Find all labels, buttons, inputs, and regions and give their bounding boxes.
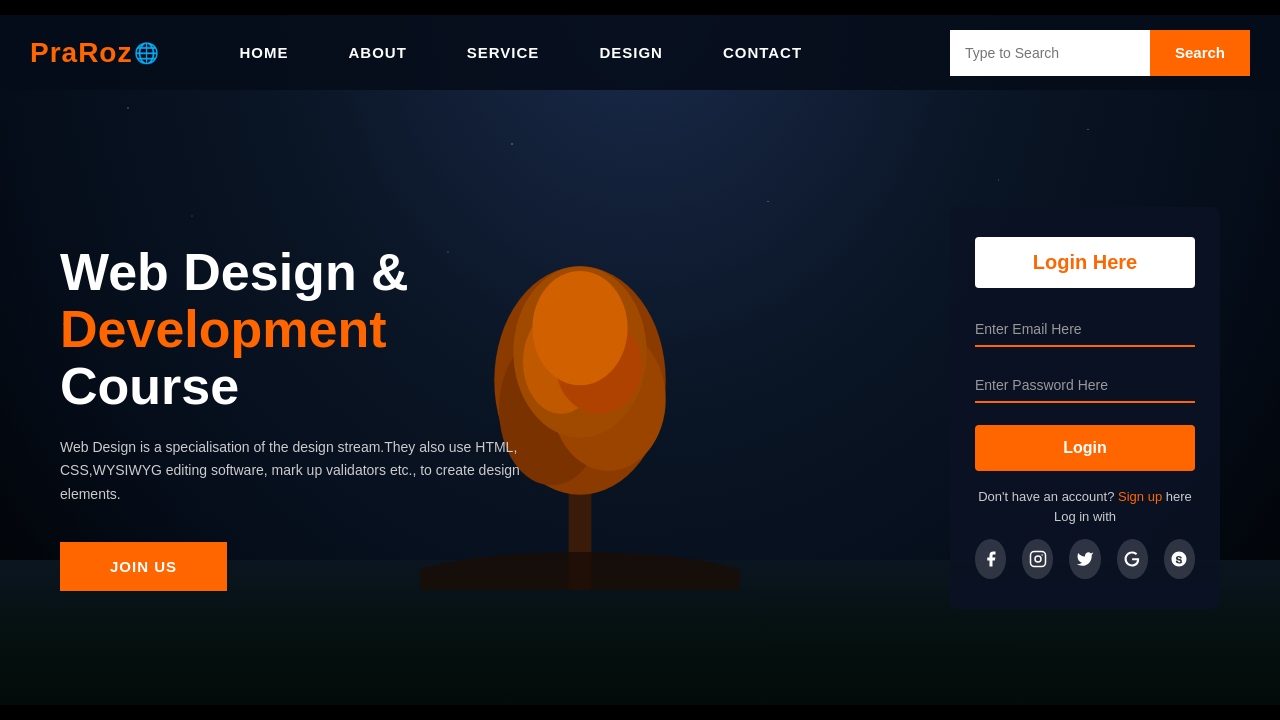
join-us-button[interactable]: JOIN US: [60, 542, 227, 591]
signup-text: Don't have an account? Sign up here: [975, 489, 1195, 504]
logo-text: PraRoz: [30, 37, 132, 69]
top-bar: [0, 0, 1280, 15]
email-input[interactable]: [975, 313, 1195, 347]
main-content: Web Design & Development Course Web Desi…: [0, 90, 1280, 705]
instagram-icon[interactable]: [1022, 539, 1053, 579]
search-area: Search: [950, 30, 1250, 76]
login-with-label: Log in with: [975, 509, 1195, 524]
nav-design[interactable]: DESIGN: [599, 44, 663, 61]
search-input[interactable]: [950, 30, 1150, 76]
facebook-icon[interactable]: [975, 539, 1006, 579]
nav-about[interactable]: ABOUT: [348, 44, 406, 61]
google-icon[interactable]: [1117, 539, 1148, 579]
logo-globe-icon: 🌐: [134, 41, 159, 65]
nav-contact[interactable]: CONTACT: [723, 44, 802, 61]
hero-title-line2: Development: [60, 301, 620, 358]
navbar: PraRoz 🌐 HOME ABOUT SERVICE DESIGN CONTA…: [0, 15, 1280, 90]
hero-title-line1: Web Design &: [60, 244, 620, 301]
login-title[interactable]: Login Here: [975, 237, 1195, 288]
svg-point-13: [1035, 556, 1041, 562]
password-input[interactable]: [975, 369, 1195, 403]
svg-rect-12: [1030, 551, 1045, 566]
nav-links: HOME ABOUT SERVICE DESIGN CONTACT: [239, 44, 949, 61]
login-card: Login Here Login Don't have an account? …: [950, 207, 1220, 609]
hero-title-line3: Course: [60, 358, 620, 415]
svg-point-14: [1041, 554, 1043, 556]
twitter-icon[interactable]: [1069, 539, 1100, 579]
hero-section: Web Design & Development Course Web Desi…: [60, 204, 620, 591]
hero-description: Web Design is a specialisation of the de…: [60, 436, 560, 507]
login-button[interactable]: Login: [975, 425, 1195, 471]
nav-service[interactable]: SERVICE: [467, 44, 540, 61]
social-icons: [975, 539, 1195, 579]
nav-home[interactable]: HOME: [239, 44, 288, 61]
signup-link[interactable]: Sign up: [1118, 489, 1162, 504]
search-button[interactable]: Search: [1150, 30, 1250, 76]
bottom-bar: [0, 705, 1280, 720]
logo[interactable]: PraRoz 🌐: [30, 37, 159, 69]
skype-icon[interactable]: [1164, 539, 1195, 579]
